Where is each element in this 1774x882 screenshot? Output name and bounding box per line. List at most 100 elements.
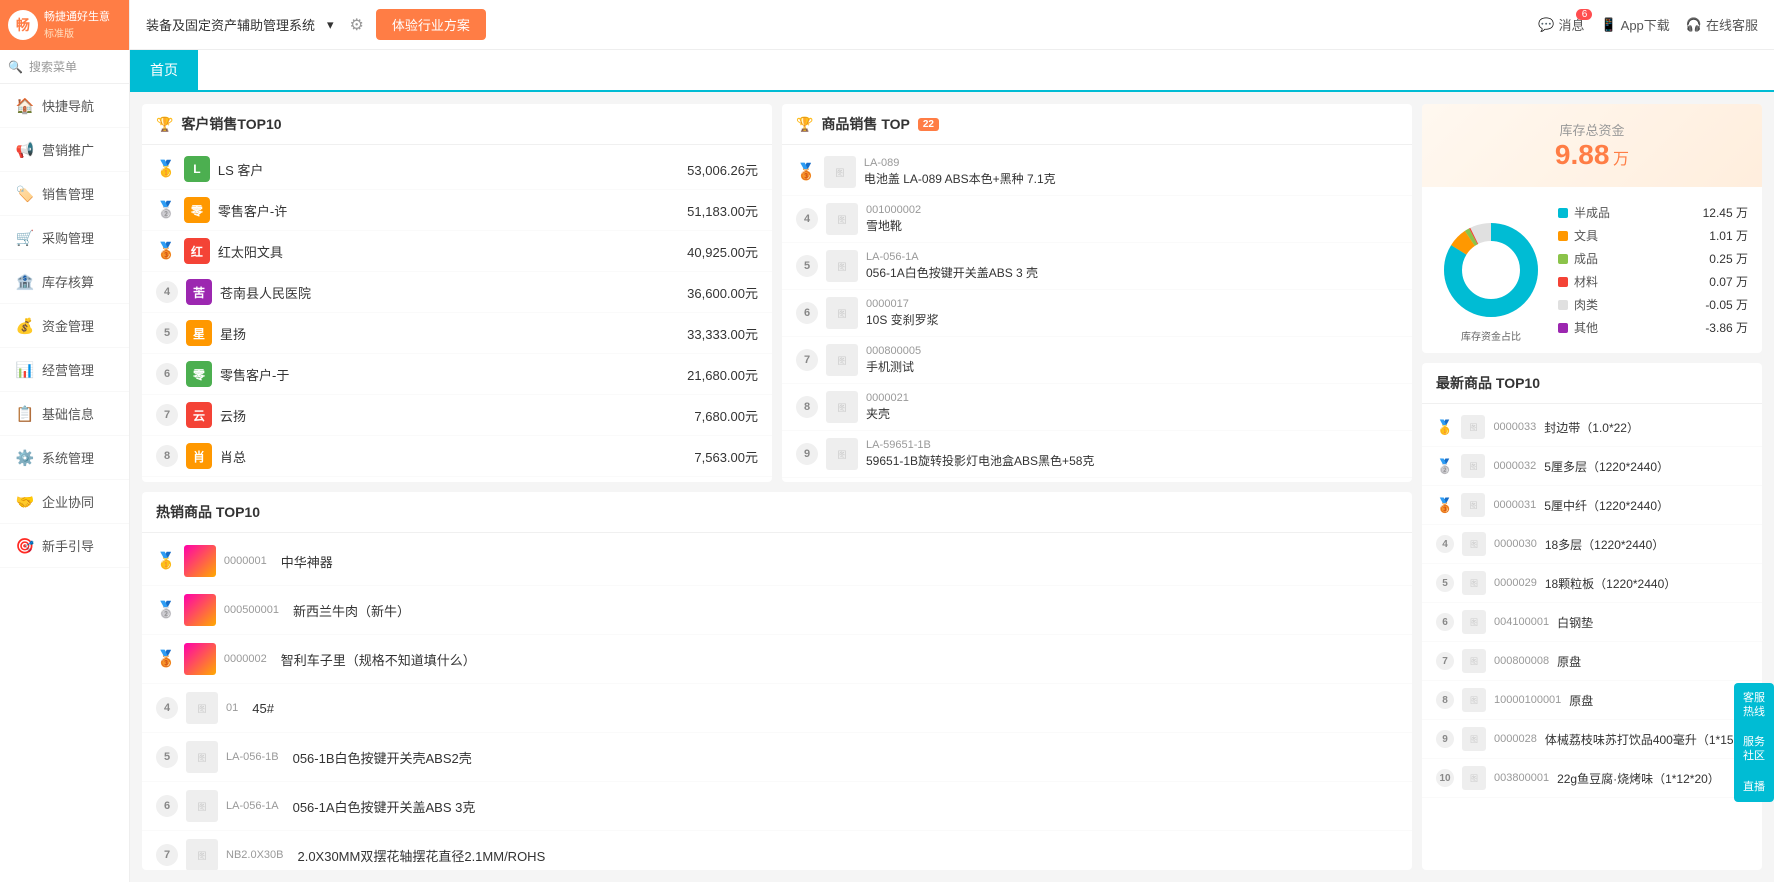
sidebar-nav-item[interactable]: 🤝企业协同 xyxy=(0,480,129,524)
rank-num: 8 xyxy=(156,445,178,467)
legend-item: 其他 -3.86 万 xyxy=(1558,316,1748,339)
prod-code: 0000032 xyxy=(1493,460,1536,472)
product-img xyxy=(184,545,216,577)
mobile-icon: 📱 xyxy=(1600,17,1616,33)
donut-chart-container: 库存资金占比 半成品 12.45 万 文具 1.01 万 成品 0.25 万 材… xyxy=(1422,187,1762,353)
prod-name: 封边带（1.0*22） xyxy=(1544,419,1748,436)
prod-name: 白钢垫 xyxy=(1557,614,1748,631)
rank-value: 36,600.00元 xyxy=(687,283,758,302)
sidebar-nav-item[interactable]: 💰资金管理 xyxy=(0,304,129,348)
rank-value: 53,006.26元 xyxy=(687,160,758,179)
hot-product-item: 5 图 LA-056-1B 056-1B白色按键开关壳ABS2壳 xyxy=(142,733,1412,782)
rank-avatar: 红 xyxy=(184,238,210,264)
prod-code: 003800001 xyxy=(1494,772,1549,784)
rank-item: 🥇 L LS 客户 53,006.26元 xyxy=(142,149,772,190)
prod-name: 5厘中纤（1220*2440） xyxy=(1544,497,1748,514)
online-service-area[interactable]: 🎧 在线客服 xyxy=(1686,15,1758,34)
product-info: 0000017 10S 变刹罗浆 xyxy=(866,298,1398,328)
rank-num: 8 xyxy=(1436,691,1454,709)
float-btns: 客服热线服务社区直播 xyxy=(1734,683,1774,802)
sidebar-nav-item[interactable]: 🛒采购管理 xyxy=(0,216,129,260)
float-service-btn[interactable]: 直播 xyxy=(1734,772,1774,802)
nav-icon: 🏷️ xyxy=(16,185,34,203)
nav-icon: 🏠 xyxy=(16,97,34,115)
product-sales-item: 5 图 LA-056-1A 056-1A白色按键开关盖ABS 3 壳 xyxy=(782,243,1412,290)
rank-item: 5 星 星扬 33,333.00元 xyxy=(142,313,772,354)
product-thumb: 图 xyxy=(826,344,858,376)
rank-num: 4 xyxy=(1436,535,1454,553)
product-sales-header: 🏆 商品销售 TOP 22 xyxy=(782,104,1412,145)
product-code: LA-089 xyxy=(864,157,1398,169)
prod-code: 10000100001 xyxy=(1494,694,1561,706)
inventory-unit: 万 xyxy=(1613,151,1629,168)
rank-num: 5 xyxy=(1436,574,1454,592)
hot-products-header: 热销商品 TOP10 xyxy=(142,492,1412,533)
sidebar-nav-item[interactable]: 📢营销推广 xyxy=(0,128,129,172)
sidebar-nav-item[interactable]: 🎯 新手引导 xyxy=(0,524,129,568)
rank-num: 6 xyxy=(156,795,178,817)
hot-product-item: 🥉 0000002 智利车子里（规格不知道填什么） xyxy=(142,635,1412,684)
system-name-label: 装备及固定资产辅助管理系统 xyxy=(146,15,315,34)
product-thumb: 图 xyxy=(186,741,218,773)
legend-dot xyxy=(1558,277,1568,287)
topbar-right: 💬 消息 6 📱 App下载 🎧 在线客服 xyxy=(1538,15,1758,34)
product-code: 000800005 xyxy=(866,345,1398,357)
sidebar-nav-item[interactable]: 🏷️销售管理 xyxy=(0,172,129,216)
trial-btn[interactable]: 体验行业方案 xyxy=(376,9,486,40)
tab-home[interactable]: 首页 xyxy=(130,50,198,90)
new-prod-item: 🥇 图 0000033 封边带（1.0*22） xyxy=(1422,408,1762,447)
prod-name: 22g鱼豆腐·烧烤味（1*12*20） xyxy=(1557,770,1748,787)
sidebar-nav-item[interactable]: ⚙️系统管理 xyxy=(0,436,129,480)
app-download-label: App下载 xyxy=(1621,15,1670,34)
legend-dot xyxy=(1558,254,1568,264)
hot-product-item: 6 图 LA-056-1A 056-1A白色按键开关盖ABS 3克 xyxy=(142,782,1412,831)
nav-icon: 🎯 xyxy=(16,537,34,555)
float-service-btn[interactable]: 客服热线 xyxy=(1734,683,1774,728)
product-thumb: 图 xyxy=(1462,688,1486,712)
sidebar-nav-item[interactable]: 🏠快捷导航 xyxy=(0,84,129,128)
hot-products-list: 🥇 0000001 中华神器 🥈 000500001 新西兰牛肉（新牛） 🥉 0… xyxy=(142,533,1412,870)
search-menu[interactable]: 🔍 搜索菜单 xyxy=(0,50,129,84)
sidebar-nav-item[interactable]: 🏦库存核算 xyxy=(0,260,129,304)
float-service-btn[interactable]: 服务社区 xyxy=(1734,727,1774,772)
sidebar-nav-item[interactable]: 📋基础信息 xyxy=(0,392,129,436)
inventory-legend: 半成品 12.45 万 文具 1.01 万 成品 0.25 万 材料 0.07 … xyxy=(1558,201,1748,339)
sidebar-nav-item[interactable]: 📊经营管理 xyxy=(0,348,129,392)
product-info: LA-056-1A 056-1A白色按键开关盖ABS 3 壳 xyxy=(866,251,1398,281)
product-thumb: 图 xyxy=(1462,727,1486,751)
rank-name: 红太阳文具 xyxy=(218,242,679,261)
settings-icon[interactable]: ⚙ xyxy=(350,15,364,35)
hot-prod-code: 000500001 xyxy=(224,604,279,616)
app-edition: 标准版 xyxy=(44,25,110,40)
nav-icon: ⚙️ xyxy=(16,449,34,467)
product-thumb: 图 xyxy=(186,839,218,870)
rank-avatar: 零 xyxy=(184,197,210,223)
message-icon-area[interactable]: 💬 消息 6 xyxy=(1538,15,1584,34)
legend-name: 成品 xyxy=(1574,250,1703,267)
product-sales-item: 6 图 0000017 10S 变刹罗浆 xyxy=(782,290,1412,337)
app-download-area[interactable]: 📱 App下载 xyxy=(1600,15,1669,34)
customer-rank-panel: 🏆 客户销售TOP10 🥇 L LS 客户 53,006.26元 🥈 零 零售客… xyxy=(142,104,772,482)
product-sales-item: 8 图 0000021 夹壳 xyxy=(782,384,1412,431)
rank-name: 星扬 xyxy=(220,324,679,343)
main-area: 装备及固定资产辅助管理系统 ▾ ⚙ 体验行业方案 💬 消息 6 📱 App下载 … xyxy=(130,0,1774,882)
rank-avatar: 云 xyxy=(186,402,212,428)
rank-num: 4 xyxy=(156,281,178,303)
legend-value: 0.07 万 xyxy=(1709,273,1748,290)
product-sales-item: 🥉 图 LA-089 电池盖 LA-089 ABS本色+黑种 7.1克 xyxy=(782,149,1412,196)
donut-chart: 库存资金占比 xyxy=(1436,215,1546,325)
rank-num: 9 xyxy=(796,443,818,465)
legend-dot xyxy=(1558,231,1568,241)
prod-code: 004100001 xyxy=(1494,616,1549,628)
rank-value: 7,563.00元 xyxy=(694,447,758,466)
product-thumb: 图 xyxy=(1462,649,1486,673)
new-products-list: 🥇 图 0000033 封边带（1.0*22） 🥈 图 0000032 5厘多层… xyxy=(1422,404,1762,870)
rank-num: 7 xyxy=(156,844,178,866)
nav-label: 新手引导 xyxy=(42,536,94,555)
nav-items: 🏠快捷导航📢营销推广🏷️销售管理🛒采购管理🏦库存核算💰资金管理📊经营管理📋基础信… xyxy=(0,84,129,568)
product-name: 手机测试 xyxy=(866,358,1398,375)
legend-name: 文具 xyxy=(1574,227,1703,244)
hot-prod-code: 0000002 xyxy=(224,653,267,665)
product-sales-item: 4 图 001000002 雪地靴 xyxy=(782,196,1412,243)
product-thumb: 图 xyxy=(1462,766,1486,790)
